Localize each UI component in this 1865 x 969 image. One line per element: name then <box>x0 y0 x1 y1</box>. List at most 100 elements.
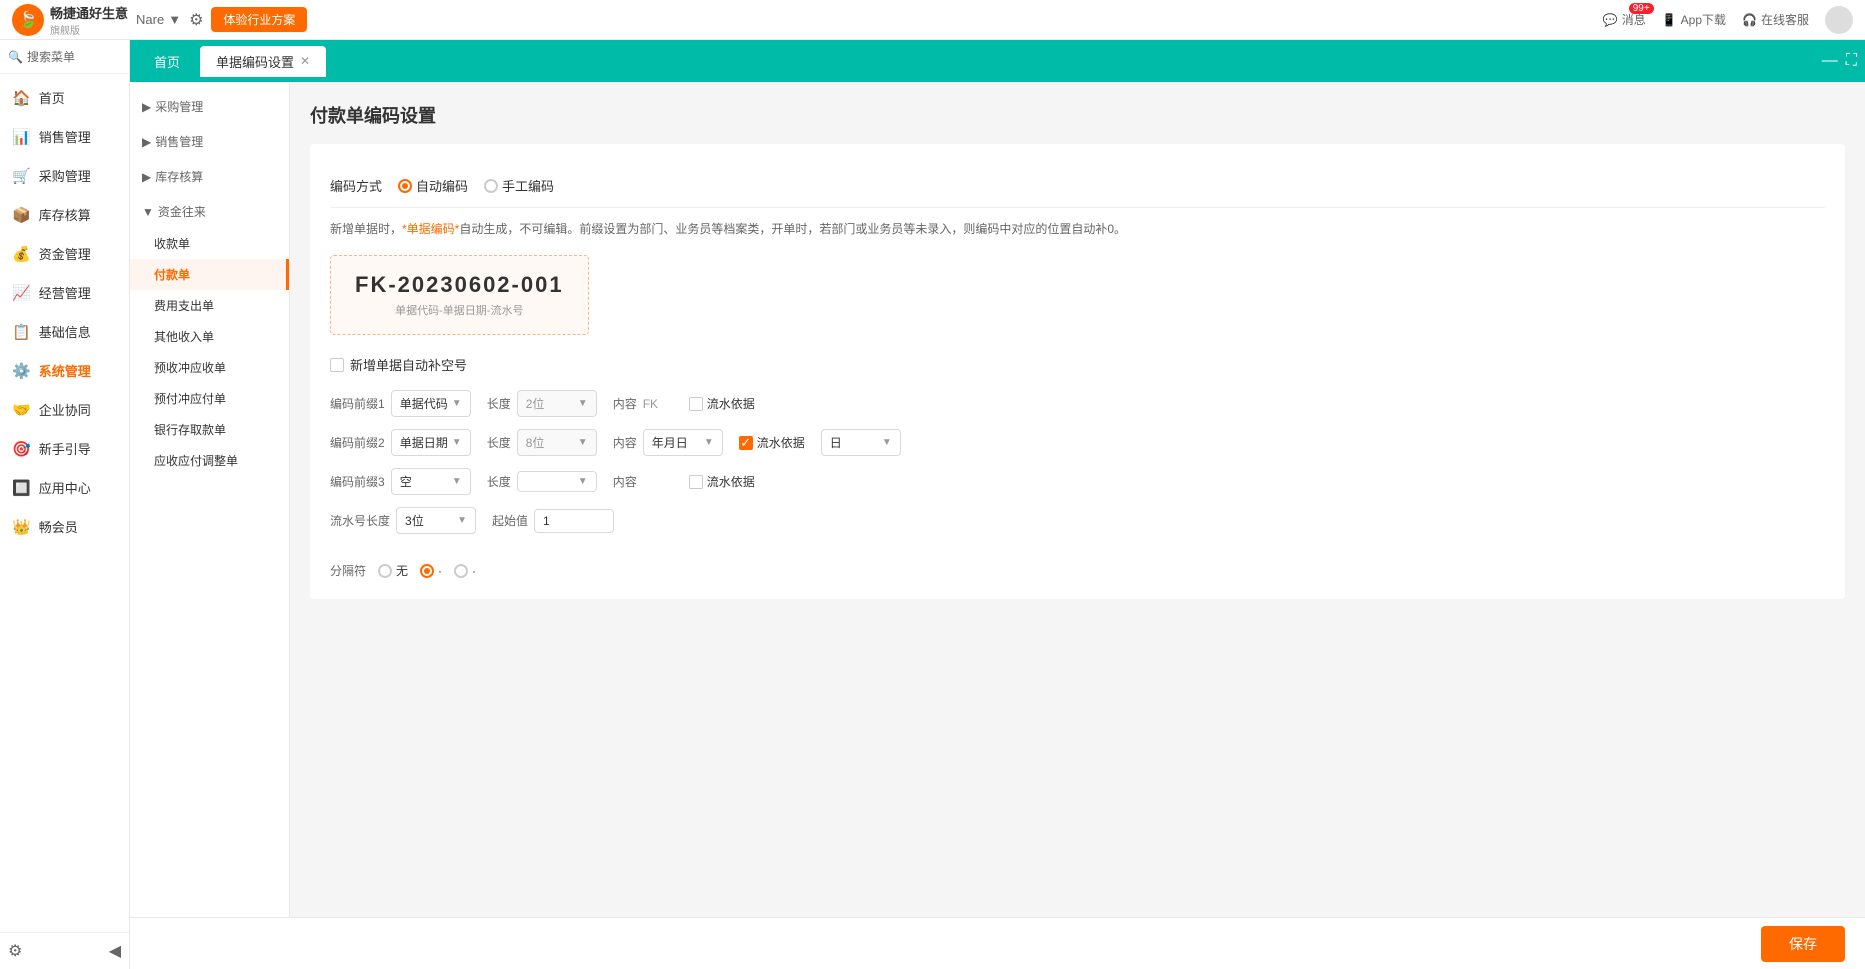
settings-bottom-icon[interactable]: ⚙ <box>8 941 22 961</box>
sub-nav-group-title-inventory[interactable]: ▶ 库存核算 <box>130 160 289 193</box>
sub-nav-group-purchase: ▶ 采购管理 <box>130 90 289 123</box>
sidebar-bottom: ⚙ ◀ <box>0 932 129 969</box>
sidebar-item-label: 企业协同 <box>39 400 91 419</box>
sidebar-item-appstore[interactable]: 🔲 应用中心 <box>0 468 129 507</box>
content2-field: 内容 年月日 ▼ <box>613 429 723 456</box>
minimize-icon[interactable]: — <box>1822 52 1838 70</box>
inner-layout: ▶ 采购管理 ▶ 销售管理 ▶ 库存核算 <box>130 82 1865 917</box>
length3-select[interactable]: ▼ <box>517 471 597 492</box>
brand-subtitle: 旗舰版 <box>50 22 128 37</box>
tab-close-icon[interactable]: ✕ <box>300 54 310 68</box>
sub-nav-item-adjust[interactable]: 应收应付调整单 <box>130 445 289 476</box>
sub-nav-item-receipts[interactable]: 收款单 <box>130 228 289 259</box>
serial-length-select[interactable]: 3位 ▼ <box>396 507 476 534</box>
separator-dot[interactable]: · <box>420 564 442 578</box>
bottom-bar: 保存 <box>130 917 1865 969</box>
sidebar-item-operation[interactable]: 📈 经营管理 <box>0 273 129 312</box>
radio-group: 自动编码 手工编码 <box>398 176 554 195</box>
system-icon: ⚙️ <box>12 362 31 380</box>
sub-nav-item-payments[interactable]: 付款单 <box>130 259 289 290</box>
serial3-checkbox[interactable] <box>689 475 703 489</box>
length2-label: 长度 <box>487 434 511 451</box>
save-button[interactable]: 保存 <box>1761 926 1845 962</box>
tab-home[interactable]: 首页 <box>138 46 196 77</box>
sidebar-item-label: 采购管理 <box>39 166 91 185</box>
serial2-field: ✓ 流水依据 <box>739 434 805 451</box>
serial1-label: 流水依据 <box>707 395 755 412</box>
service-item[interactable]: 🎧 在线客服 <box>1742 11 1809 28</box>
chevron-right-icon: ▶ <box>142 100 151 114</box>
sub-nav-item-prepay-pay[interactable]: 预付冲应付单 <box>130 383 289 414</box>
sales-icon: 📊 <box>12 128 31 146</box>
sidebar-item-basic[interactable]: 📋 基础信息 <box>0 312 129 351</box>
start-value-field: 起始值 <box>492 509 614 533</box>
sidebar-item-corp[interactable]: 🤝 企业协同 <box>0 390 129 429</box>
prefix1-value: 单据代码 <box>400 395 448 412</box>
sub-nav-item-prepay-recv[interactable]: 预收冲应收单 <box>130 352 289 383</box>
auto-fill-checkbox[interactable] <box>330 358 344 372</box>
sub-nav-group-title-sales[interactable]: ▶ 销售管理 <box>130 125 289 158</box>
message-item[interactable]: 💬 消息 99+ <box>1603 11 1646 28</box>
sub-nav-item-bank[interactable]: 银行存取款单 <box>130 414 289 445</box>
serial-period-value: 日 <box>830 434 842 451</box>
sidebar-item-purchase[interactable]: 🛒 采购管理 <box>0 156 129 195</box>
prefix3-field: 编码前缀3 空 ▼ <box>330 468 471 495</box>
avatar[interactable] <box>1825 6 1853 34</box>
maximize-icon[interactable]: ⛶ <box>1846 52 1857 70</box>
separator-none[interactable]: 无 <box>378 562 408 579</box>
serial-period-select[interactable]: 日 ▼ <box>821 429 901 456</box>
sidebar-item-guide[interactable]: 🎯 新手引导 <box>0 429 129 468</box>
content2-label: 内容 <box>613 434 637 451</box>
radio-auto[interactable]: 自动编码 <box>398 176 468 195</box>
radio-auto-label: 自动编码 <box>416 176 468 195</box>
sub-nav-group-title-fund[interactable]: ▼ 资金往来 <box>130 195 289 228</box>
finance-icon: 💰 <box>12 245 31 263</box>
chevron-right-icon: ▶ <box>142 170 151 184</box>
settings-icon[interactable]: ⚙ <box>189 10 203 30</box>
sub-nav-item-expenses[interactable]: 费用支出单 <box>130 290 289 321</box>
sidebar-item-member[interactable]: 👑 畅会员 <box>0 507 129 546</box>
form-rows: 编码前缀1 单据代码 ▼ 长度 2位 ▼ <box>330 390 1825 579</box>
separator-dot2[interactable]: · <box>454 564 476 578</box>
sep-none-label: 无 <box>396 562 408 579</box>
sidebar-item-sales[interactable]: 📊 销售管理 <box>0 117 129 156</box>
serial1-checkbox[interactable] <box>689 397 703 411</box>
sidebar-item-home[interactable]: 🏠 首页 <box>0 78 129 117</box>
app-download-item[interactable]: 📱 App下载 <box>1662 11 1726 28</box>
group-label: 销售管理 <box>155 133 203 150</box>
length1-select: 2位 ▼ <box>517 390 597 417</box>
auto-fill-row: 新增单据自动补空号 <box>330 355 1825 374</box>
sidebar-search[interactable]: 🔍 搜索菜单 <box>0 40 129 74</box>
start-value-input[interactable] <box>534 509 614 533</box>
group-label: 采购管理 <box>155 98 203 115</box>
industry-btn[interactable]: 体验行业方案 <box>211 7 307 32</box>
separator-label: 分隔符 <box>330 562 366 579</box>
radio-manual[interactable]: 手工编码 <box>484 176 554 195</box>
serial-length-label: 流水号长度 <box>330 512 390 529</box>
sidebar-item-label: 库存核算 <box>39 205 91 224</box>
sidebar-item-system[interactable]: ⚙️ 系统管理 <box>0 351 129 390</box>
sub-nav-group-title-purchase[interactable]: ▶ 采购管理 <box>130 90 289 123</box>
tab-bar-right: — ⛶ <box>1822 52 1857 70</box>
length2-arrow-icon: ▼ <box>578 437 588 448</box>
main-content: 付款单编码设置 编码方式 自动编码 手工编码 <box>290 82 1865 917</box>
sub-nav-item-other-income[interactable]: 其他收入单 <box>130 321 289 352</box>
sidebar-item-label: 应用中心 <box>39 478 91 497</box>
sidebar-item-finance[interactable]: 💰 资金管理 <box>0 234 129 273</box>
chevron-down-icon: ▼ <box>142 205 154 219</box>
purchase-icon: 🛒 <box>12 167 31 185</box>
tab-serial[interactable]: 单据编码设置 ✕ <box>200 46 326 77</box>
serial1-field: 流水依据 <box>689 395 755 412</box>
sidebar-item-label: 资金管理 <box>39 244 91 263</box>
company-selector[interactable]: Nare ▼ <box>136 12 181 27</box>
sidebar-item-inventory[interactable]: 📦 库存核算 <box>0 195 129 234</box>
prefix3-select[interactable]: 空 ▼ <box>391 468 471 495</box>
prefix2-select[interactable]: 单据日期 ▼ <box>391 429 471 456</box>
prefix3-label: 编码前缀3 <box>330 473 385 490</box>
collapse-icon[interactable]: ◀ <box>109 941 121 961</box>
content2-select[interactable]: 年月日 ▼ <box>643 429 723 456</box>
prefix1-select[interactable]: 单据代码 ▼ <box>391 390 471 417</box>
serial2-checkbox[interactable]: ✓ <box>739 436 753 450</box>
inventory-icon: 📦 <box>12 206 31 224</box>
code-preview-sub: 单据代码-单据日期-流水号 <box>355 302 564 318</box>
